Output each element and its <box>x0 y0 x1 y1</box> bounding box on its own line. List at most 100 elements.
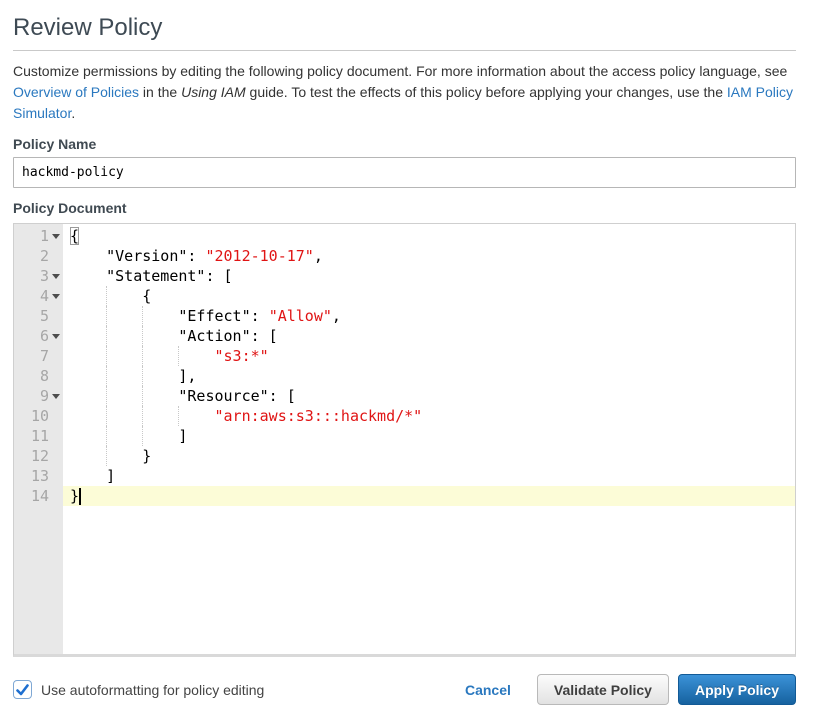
policy-document-editor[interactable]: 1234567891011121314 { "Version": "2012-1… <box>13 223 796 657</box>
gutter-line-2: 2 <box>14 246 63 266</box>
review-policy-page: Review Policy Customize permissions by e… <box>0 0 814 719</box>
code-text: "Effect": <box>70 307 269 325</box>
json-string-value: "Allow" <box>269 307 332 325</box>
indent-guide <box>106 286 107 306</box>
code-line-9[interactable]: "Resource": [ <box>63 386 795 406</box>
intro-text-1: Customize permissions by editing the fol… <box>13 63 787 79</box>
line-number: 9 <box>40 386 49 406</box>
indent-guide <box>142 326 143 346</box>
policy-document-label: Policy Document <box>13 200 796 216</box>
footer-actions: Cancel Validate Policy Apply Policy <box>465 674 796 705</box>
line-number: 6 <box>40 326 49 346</box>
policy-name-input[interactable] <box>13 157 796 188</box>
code-text: } <box>70 447 151 465</box>
indent-guide <box>142 366 143 386</box>
line-number: 14 <box>31 486 49 506</box>
line-number: 3 <box>40 266 49 286</box>
indent-guide <box>178 346 179 366</box>
indent-guide <box>178 406 179 426</box>
code-line-3[interactable]: "Statement": [ <box>63 266 795 286</box>
code-line-7[interactable]: "s3:*" <box>63 346 795 366</box>
intro-text-4: . <box>71 105 75 121</box>
indent-guide <box>142 386 143 406</box>
json-string-value: "s3:*" <box>215 347 269 365</box>
code-text: "Action": [ <box>70 327 278 345</box>
indent-guide <box>106 386 107 406</box>
indent-guide <box>142 426 143 446</box>
autoformat-label: Use autoformatting for policy editing <box>41 682 264 698</box>
code-text: , <box>314 247 323 265</box>
indent-guide <box>106 446 107 466</box>
checkmark-icon <box>16 684 29 696</box>
editor-code-area[interactable]: { "Version": "2012-10-17", "Statement": … <box>63 224 795 654</box>
line-number: 5 <box>40 306 49 326</box>
indent-guide <box>142 406 143 426</box>
validate-policy-button[interactable]: Validate Policy <box>537 674 669 705</box>
code-text: "Resource": [ <box>70 387 296 405</box>
using-iam-guide-name: Using IAM <box>181 84 246 100</box>
code-text: { <box>70 287 151 305</box>
intro-text-2: in the <box>139 84 181 100</box>
intro-paragraph: Customize permissions by editing the fol… <box>13 61 796 124</box>
indent-guide <box>142 346 143 366</box>
indent-guide <box>106 326 107 346</box>
gutter-line-11: 11 <box>14 426 63 446</box>
code-text: } <box>70 487 79 505</box>
code-text: ] <box>70 427 187 445</box>
code-text: , <box>332 307 341 325</box>
code-text: "Version": <box>70 247 205 265</box>
editor-gutter: 1234567891011121314 <box>14 224 63 654</box>
line-number: 12 <box>31 446 49 466</box>
intro-text-3: guide. To test the effects of this polic… <box>246 84 727 100</box>
fold-arrow-icon[interactable] <box>52 274 60 279</box>
policy-name-label: Policy Name <box>13 136 796 152</box>
code-line-2[interactable]: "Version": "2012-10-17", <box>63 246 795 266</box>
code-line-4[interactable]: { <box>63 286 795 306</box>
code-line-13[interactable]: ] <box>63 466 795 486</box>
page-title: Review Policy <box>13 14 796 42</box>
gutter-line-8: 8 <box>14 366 63 386</box>
gutter-line-5: 5 <box>14 306 63 326</box>
code-line-12[interactable]: } <box>63 446 795 466</box>
indent-guide <box>106 346 107 366</box>
code-line-11[interactable]: ] <box>63 426 795 446</box>
gutter-line-6: 6 <box>14 326 63 346</box>
gutter-line-7: 7 <box>14 346 63 366</box>
title-divider <box>13 50 796 51</box>
code-text: "Statement": [ <box>70 267 233 285</box>
json-string-value: "arn:aws:s3:::hackmd/*" <box>215 407 423 425</box>
indent-guide <box>106 306 107 326</box>
line-number: 1 <box>40 226 49 246</box>
line-number: 10 <box>31 406 49 426</box>
overview-of-policies-link[interactable]: Overview of Policies <box>13 84 139 100</box>
line-number: 7 <box>40 346 49 366</box>
gutter-line-9: 9 <box>14 386 63 406</box>
fold-arrow-icon[interactable] <box>52 334 60 339</box>
text-cursor <box>79 488 81 505</box>
gutter-line-14: 14 <box>14 486 63 506</box>
indent-guide <box>106 366 107 386</box>
code-line-10[interactable]: "arn:aws:s3:::hackmd/*" <box>63 406 795 426</box>
code-line-8[interactable]: ], <box>63 366 795 386</box>
gutter-line-10: 10 <box>14 406 63 426</box>
gutter-line-3: 3 <box>14 266 63 286</box>
fold-arrow-icon[interactable] <box>52 294 60 299</box>
autoformat-checkbox[interactable] <box>13 680 32 699</box>
code-line-1[interactable]: { <box>63 226 795 246</box>
code-line-6[interactable]: "Action": [ <box>63 326 795 346</box>
line-number: 8 <box>40 366 49 386</box>
code-line-5[interactable]: "Effect": "Allow", <box>63 306 795 326</box>
json-string-value: "2012-10-17" <box>205 247 313 265</box>
fold-arrow-icon[interactable] <box>52 394 60 399</box>
code-text: ], <box>70 367 196 385</box>
apply-policy-button[interactable]: Apply Policy <box>678 674 796 705</box>
code-line-14[interactable]: } <box>63 486 795 506</box>
matched-brace: { <box>70 227 79 245</box>
gutter-line-1: 1 <box>14 226 63 246</box>
code-text: ] <box>70 467 115 485</box>
gutter-line-12: 12 <box>14 446 63 466</box>
line-number: 13 <box>31 466 49 486</box>
gutter-line-4: 4 <box>14 286 63 306</box>
fold-arrow-icon[interactable] <box>52 234 60 239</box>
cancel-link[interactable]: Cancel <box>465 682 511 698</box>
